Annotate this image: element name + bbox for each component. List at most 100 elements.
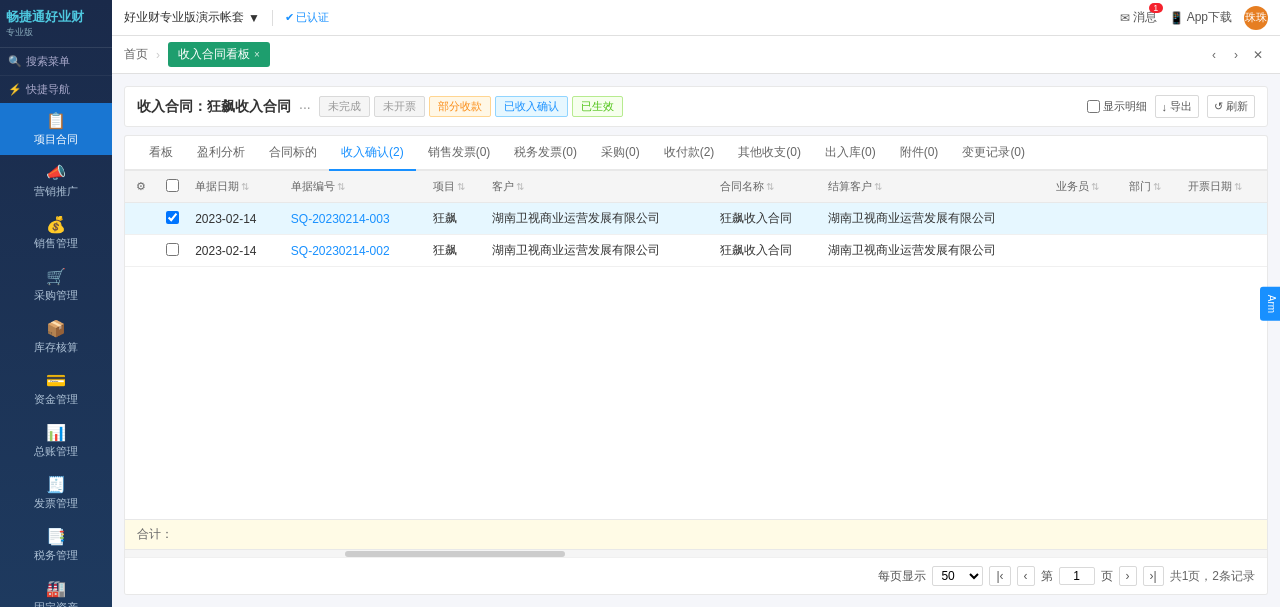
sidebar-item-5[interactable]: 💳资金管理 — [0, 363, 112, 415]
nav-close-button[interactable]: ✕ — [1248, 45, 1268, 65]
sub-tab-0[interactable]: 看板 — [137, 136, 185, 171]
sidebar-item-0[interactable]: 📋项目合同 — [0, 103, 112, 155]
sub-tab-8[interactable]: 其他收支(0) — [726, 136, 813, 171]
scrollbar-thumb[interactable] — [345, 551, 565, 557]
refresh-button[interactable]: ↺ 刷新 — [1207, 95, 1255, 118]
sidebar-icon-4: 📦 — [46, 319, 66, 338]
first-page-button[interactable]: |‹ — [989, 566, 1010, 586]
breadcrumb-separator: › — [156, 48, 160, 62]
page-input[interactable] — [1059, 567, 1095, 585]
sort-icon-contract[interactable]: ⇅ — [766, 181, 774, 192]
sub-tab-7[interactable]: 收付款(2) — [652, 136, 727, 171]
status-tag-partial[interactable]: 部分收款 — [429, 96, 491, 117]
page-size-select[interactable]: 20 50 100 — [932, 566, 983, 586]
page-size-label: 每页显示 — [878, 568, 926, 585]
sub-tabs: 看板盈利分析合同标的收入确认(2)销售发票(0)税务发票(0)采购(0)收付款(… — [124, 135, 1268, 171]
sidebar-icon-9: 🏭 — [46, 579, 66, 598]
message-icon: ✉ — [1120, 11, 1130, 25]
sidebar-item-6[interactable]: 📊总账管理 — [0, 415, 112, 467]
cell-checkbox-1[interactable] — [157, 235, 187, 267]
last-page-button[interactable]: ›| — [1143, 566, 1164, 586]
sub-tab-11[interactable]: 变更记录(0) — [950, 136, 1037, 171]
sidebar-quick-nav[interactable]: ⚡ 快捷导航 — [0, 76, 112, 103]
sidebar-label-3: 采购管理 — [34, 288, 78, 303]
sort-icon-date[interactable]: ⇅ — [241, 181, 249, 192]
th-billno: 单据编号⇅ — [283, 171, 425, 203]
contract-header: 收入合同：狂飙收入合同 ··· 未完成未开票部分收款已收入确认已生效 显示明细 … — [124, 86, 1268, 127]
contract-prefix: 收入合同： — [137, 98, 207, 114]
export-button[interactable]: ↓ 导出 — [1155, 95, 1200, 118]
sub-tab-10[interactable]: 附件(0) — [888, 136, 951, 171]
sub-tab-1[interactable]: 盈利分析 — [185, 136, 257, 171]
sub-tab-5[interactable]: 税务发票(0) — [502, 136, 589, 171]
nav-next-button[interactable]: › — [1226, 45, 1246, 65]
status-tag-confirmed[interactable]: 已收入确认 — [495, 96, 568, 117]
sidebar-item-8[interactable]: 📑税务管理 — [0, 519, 112, 571]
table-scroll[interactable]: ⚙ 单据日期⇅ 单据编号⇅ 项目⇅ 客户⇅ 合同名称⇅ 结算客户⇅ 业务员⇅ — [125, 171, 1267, 519]
next-page-button[interactable]: › — [1119, 566, 1137, 586]
table-footer: 合计： — [125, 519, 1267, 549]
cell-checkbox-0[interactable] — [157, 203, 187, 235]
sub-tab-6[interactable]: 采购(0) — [589, 136, 652, 171]
row-checkbox-0[interactable] — [166, 211, 179, 224]
sticky-right-button[interactable]: Arm — [1260, 286, 1280, 320]
message-button[interactable]: ✉ 消息 1 — [1120, 9, 1157, 26]
avatar[interactable]: 珠珠 — [1244, 6, 1268, 30]
sort-icon-dept[interactable]: ⇅ — [1153, 181, 1161, 192]
show-detail-toggle[interactable]: 显示明细 — [1087, 99, 1147, 114]
active-tab[interactable]: 收入合同看板 × — [168, 42, 270, 67]
status-tag-incomplete[interactable]: 未完成 — [319, 96, 370, 117]
show-detail-checkbox[interactable] — [1087, 100, 1100, 113]
table-row[interactable]: 2023-02-14 SQ-20230214-003 狂飙 湖南卫视商业运营发展… — [125, 203, 1267, 235]
close-tab-icon[interactable]: × — [254, 49, 260, 60]
sidebar-item-2[interactable]: 💰销售管理 — [0, 207, 112, 259]
sub-tab-9[interactable]: 出入库(0) — [813, 136, 888, 171]
app-subtitle: 专业版 — [6, 26, 106, 39]
sidebar-icon-7: 🧾 — [46, 475, 66, 494]
status-tag-effective[interactable]: 已生效 — [572, 96, 623, 117]
th-setting[interactable]: ⚙ — [125, 171, 157, 203]
breadcrumb-home[interactable]: 首页 — [124, 46, 148, 63]
sort-icon-settlement[interactable]: ⇅ — [874, 181, 882, 192]
export-icon: ↓ — [1162, 101, 1168, 113]
sub-tab-3[interactable]: 收入确认(2) — [329, 136, 416, 171]
sort-icon-customer[interactable]: ⇅ — [516, 181, 524, 192]
sidebar-item-1[interactable]: 📣营销推广 — [0, 155, 112, 207]
th-checkbox[interactable] — [157, 171, 187, 203]
cell-salesman-0 — [1048, 203, 1121, 235]
active-tab-label: 收入合同看板 — [178, 46, 250, 63]
nav-prev-button[interactable]: ‹ — [1204, 45, 1224, 65]
table-row[interactable]: 2023-02-14 SQ-20230214-002 狂飙 湖南卫视商业运营发展… — [125, 235, 1267, 267]
cell-billno-0[interactable]: SQ-20230214-003 — [283, 203, 425, 235]
cell-billno-1[interactable]: SQ-20230214-002 — [283, 235, 425, 267]
company-selector[interactable]: 好业财专业版演示帐套 ▼ — [124, 9, 260, 26]
bill-no-link-1[interactable]: SQ-20230214-002 — [291, 244, 390, 258]
message-badge: 1 — [1149, 3, 1163, 13]
sidebar-item-3[interactable]: 🛒 采购管理 — [0, 259, 112, 311]
cell-invoicedate-0 — [1180, 203, 1267, 235]
sidebar-search[interactable]: 🔍 搜索菜单 — [0, 48, 112, 76]
horizontal-scrollbar[interactable] — [125, 549, 1267, 557]
sort-icon-invoicedate[interactable]: ⇅ — [1234, 181, 1242, 192]
status-tag-uninvoiced[interactable]: 未开票 — [374, 96, 425, 117]
sidebar-item-9[interactable]: 🏭固定资产 — [0, 571, 112, 607]
sort-icon-billno[interactable]: ⇅ — [337, 181, 345, 192]
search-icon: 🔍 — [8, 55, 22, 68]
cell-contract-0: 狂飙收入合同 — [712, 203, 821, 235]
select-all-checkbox[interactable] — [166, 179, 179, 192]
cell-project-1: 狂飙 — [425, 235, 484, 267]
sidebar-item-7[interactable]: 🧾发票管理 — [0, 467, 112, 519]
bill-no-link-0[interactable]: SQ-20230214-003 — [291, 212, 390, 226]
sub-tab-2[interactable]: 合同标的 — [257, 136, 329, 171]
prev-page-button[interactable]: ‹ — [1017, 566, 1035, 586]
contract-more-button[interactable]: ··· — [299, 99, 311, 115]
app-download-button[interactable]: 📱 App下载 — [1169, 9, 1232, 26]
sub-tab-4[interactable]: 销售发票(0) — [416, 136, 503, 171]
sort-icon-salesman[interactable]: ⇅ — [1091, 181, 1099, 192]
row-checkbox-1[interactable] — [166, 243, 179, 256]
page-unit: 页 — [1101, 568, 1113, 585]
sort-icon-project[interactable]: ⇅ — [457, 181, 465, 192]
th-date: 单据日期⇅ — [187, 171, 283, 203]
sidebar-item-4[interactable]: 📦库存核算 — [0, 311, 112, 363]
sidebar-icon-3: 🛒 — [46, 267, 66, 286]
